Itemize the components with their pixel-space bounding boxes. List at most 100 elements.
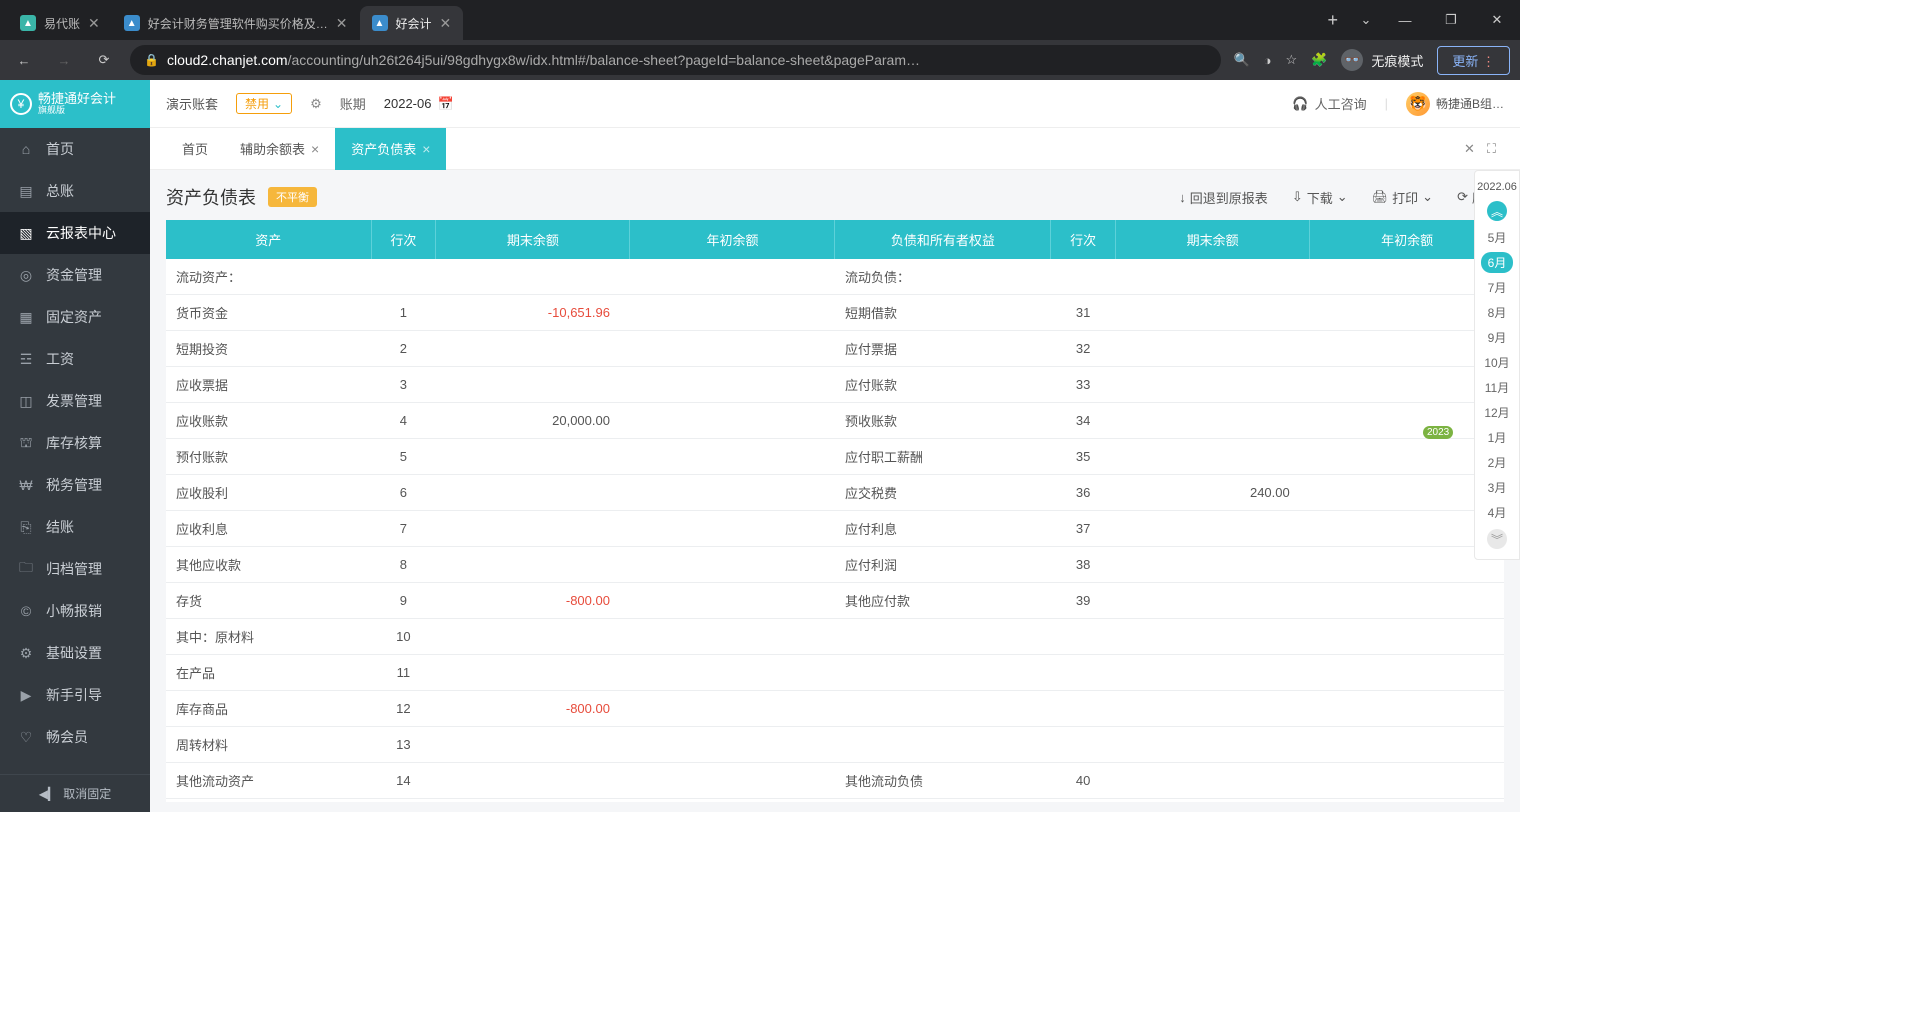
window-minimize-button[interactable]: ― (1382, 0, 1428, 40)
scroll-down-button[interactable]: ︾ (1487, 529, 1507, 549)
update-button[interactable]: 更新 ⋮ (1437, 46, 1510, 75)
window-maximize-button[interactable]: ❐ (1428, 0, 1474, 40)
cell-begin-balance: 0.00 (630, 799, 835, 803)
sidebar-item[interactable]: ₩税务管理 (0, 464, 150, 506)
fullscreen-icon[interactable]: ⛶ (1487, 141, 1496, 157)
table-row[interactable]: 应收利息7应付利息37 (166, 511, 1504, 547)
sidebar-item[interactable]: ⛫库存核算 (0, 422, 150, 464)
user-menu[interactable]: 🐯畅捷通B组… (1406, 92, 1504, 116)
table-row[interactable]: 应收账款420,000.00预收账款34 (166, 403, 1504, 439)
sidebar-item[interactable]: ⚙基础设置 (0, 632, 150, 674)
close-icon[interactable]: ✕ (88, 15, 100, 32)
browser-tab[interactable]: ▲好会计✕ (360, 6, 464, 40)
month-item[interactable]: 6月 (1481, 252, 1513, 273)
gear-icon[interactable]: ⚙ (310, 96, 322, 112)
sidebar-item[interactable]: 🗀归档管理 (0, 548, 150, 590)
puzzle-icon[interactable]: 🧩 (1311, 52, 1327, 68)
print-button[interactable]: 🖨打印⌄ (1366, 188, 1439, 207)
sidebar-item[interactable]: ♡畅会员 (0, 716, 150, 758)
month-item[interactable]: 3月 (1475, 475, 1519, 500)
table-row[interactable]: 其他应收款8应付利润38 (166, 547, 1504, 583)
cell-liability (835, 655, 1051, 691)
close-all-tabs-icon[interactable]: ✕ (1464, 141, 1475, 157)
table-row[interactable]: 库存商品12-800.00 (166, 691, 1504, 727)
table-row[interactable]: 其中：原材料10 (166, 619, 1504, 655)
month-item[interactable]: 8月 (1475, 300, 1519, 325)
download-button[interactable]: ⇩下载⌄ (1286, 188, 1354, 207)
page-tab[interactable]: 首页 (166, 128, 224, 170)
browser-tab[interactable]: ▲好会计财务管理软件购买价格及…✕ (112, 6, 360, 40)
table-row[interactable]: 应收股利6应交税费36240.00 (166, 475, 1504, 511)
table-row[interactable]: 周转材料13 (166, 727, 1504, 763)
sidebar-item[interactable]: ▧云报表中心 (0, 212, 150, 254)
col-liability[interactable]: 负债和所有者权益 (835, 220, 1051, 259)
incognito-icon: 👓 (1341, 49, 1363, 71)
sidebar-item[interactable]: ☲工资 (0, 338, 150, 380)
month-item[interactable]: 4月 (1475, 500, 1519, 525)
table-row[interactable]: 流动资产：流动负债： (166, 259, 1504, 295)
table-row[interactable]: 应收票据3应付账款33 (166, 367, 1504, 403)
browser-tab[interactable]: ▲易代账✕ (8, 6, 112, 40)
col-end-balance[interactable]: 期末余额 (436, 220, 630, 259)
month-item[interactable]: 5月 (1475, 225, 1519, 250)
close-icon[interactable]: × (311, 141, 319, 157)
sidebar-item[interactable]: ▦固定资产 (0, 296, 150, 338)
window-close-button[interactable]: ✕ (1474, 0, 1520, 40)
app-logo[interactable]: ¥ 畅捷通好会计旗舰版 (0, 80, 150, 128)
sidebar-item[interactable]: ⌂首页 (0, 128, 150, 170)
sidebar-item[interactable]: ◎资金管理 (0, 254, 150, 296)
close-icon[interactable]: ✕ (336, 15, 348, 32)
month-item[interactable]: 11月 (1475, 375, 1519, 400)
close-icon[interactable]: × (422, 141, 430, 157)
cell-row: 14 (371, 763, 436, 799)
month-item[interactable]: 9月 (1475, 325, 1519, 350)
sidebar-item[interactable]: ⎘结账 (0, 506, 150, 548)
sidebar-item[interactable]: ◫发票管理 (0, 380, 150, 422)
table-row[interactable]: 预付账款5应付职工薪酬35 (166, 439, 1504, 475)
bookmark-icon[interactable]: ☆ (1286, 52, 1298, 68)
scroll-up-button[interactable]: ︽ (1487, 201, 1507, 221)
url-input[interactable]: 🔒 cloud2.chanjet.com/accounting/uh26t264… (130, 45, 1221, 75)
calendar-icon: 📅 (437, 96, 453, 112)
cell-row: 7 (371, 511, 436, 547)
sidebar-item[interactable]: ▤总账 (0, 170, 150, 212)
table-row[interactable]: 流动资产合计158,548.040.00流动负债合计41240.000.00 (166, 799, 1504, 803)
table-row[interactable]: 其他流动资产14其他流动负债40 (166, 763, 1504, 799)
table-row[interactable]: 存货9-800.00其他应付款39 (166, 583, 1504, 619)
account-name[interactable]: 演示账套 (166, 94, 218, 113)
col-row[interactable]: 行次 (371, 220, 436, 259)
new-tab-button[interactable]: + (1315, 10, 1350, 31)
month-item[interactable]: 12月 (1475, 400, 1519, 425)
page-tab[interactable]: 资产负债表× (335, 128, 446, 170)
cell-liability: 应付账款 (835, 367, 1051, 403)
support-button[interactable]: 🎧人工咨询 (1292, 94, 1366, 113)
col-row2[interactable]: 行次 (1051, 220, 1116, 259)
table-row[interactable]: 货币资金1-10,651.96短期借款31 (166, 295, 1504, 331)
revert-button[interactable]: ↓回退到原报表 (1173, 188, 1274, 207)
sidebar-pin-toggle[interactable]: ◀▎取消固定 (0, 774, 150, 812)
nav-reload-button[interactable]: ⟳ (90, 46, 118, 74)
year-label[interactable]: 2022.06 (1477, 177, 1517, 197)
month-item[interactable]: 10月 (1475, 350, 1519, 375)
table-row[interactable]: 在产品11 (166, 655, 1504, 691)
nav-forward-button[interactable]: → (50, 46, 78, 74)
month-item[interactable]: 7月 (1475, 275, 1519, 300)
month-item[interactable]: 2月 (1475, 450, 1519, 475)
col-end-balance2[interactable]: 期末余额 (1116, 220, 1310, 259)
close-icon[interactable]: ✕ (440, 15, 452, 32)
disable-tag[interactable]: 禁用⌄ (236, 93, 292, 114)
cell-end-balance2 (1116, 439, 1310, 475)
table-row[interactable]: 短期投资2应付票据32 (166, 331, 1504, 367)
sidebar-item[interactable]: ▶新手引导 (0, 674, 150, 716)
page-tab[interactable]: 辅助余额表× (224, 128, 335, 170)
extensions-icon[interactable]: ◑ (1264, 53, 1272, 68)
sidebar-item-label: 归档管理 (46, 559, 102, 579)
sidebar-item[interactable]: ©小畅报销 (0, 590, 150, 632)
col-asset[interactable]: 资产 (166, 220, 371, 259)
search-in-page-icon[interactable]: 🔍 (1233, 52, 1249, 68)
month-item[interactable]: 1月 (1475, 425, 1519, 450)
period-picker[interactable]: 2022-06📅 (384, 96, 454, 112)
nav-back-button[interactable]: ← (10, 46, 38, 74)
col-begin-balance[interactable]: 年初余额 (630, 220, 835, 259)
tab-overflow-button[interactable]: ⌄ (1350, 12, 1382, 28)
